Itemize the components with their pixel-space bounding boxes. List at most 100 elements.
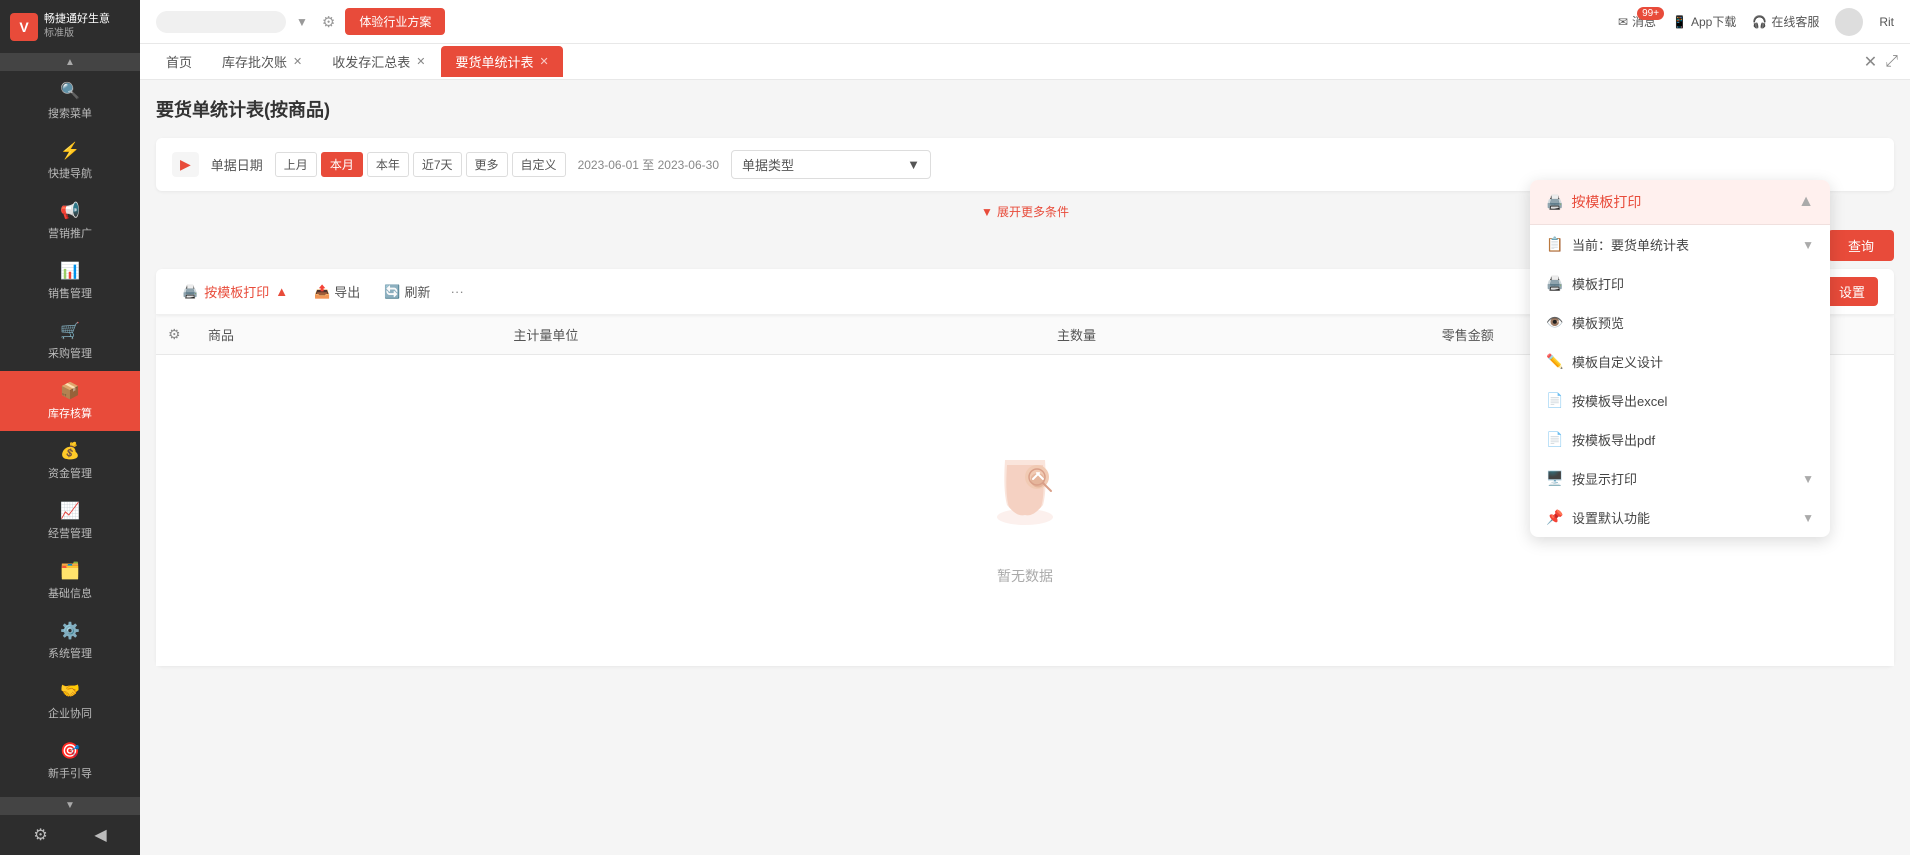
message-button[interactable]: ✉ 消息 99+ <box>1618 13 1656 30</box>
export-excel-icon: 📄 <box>1546 392 1563 409</box>
marketing-icon: 📢 <box>60 201 80 221</box>
sidebar-item-marketing[interactable]: 📢 营销推广 <box>0 191 140 251</box>
sidebar-logo: V 畅捷通好生意 标准版 <box>0 0 140 54</box>
col-settings-icon[interactable]: ⚙ <box>168 326 181 342</box>
quick-nav-icon: ⚡ <box>60 141 80 161</box>
date-custom-btn[interactable]: 自定义 <box>512 152 566 177</box>
sidebar-item-system[interactable]: ⚙️ 系统管理 <box>0 611 140 671</box>
tab-order-summary-close[interactable]: ✕ <box>540 55 549 68</box>
collab-icon: 🤝 <box>60 681 80 701</box>
trial-button[interactable]: 体验行业方案 <box>345 8 445 35</box>
operation-icon: 📈 <box>60 501 80 521</box>
date-prev-month-btn[interactable]: 上月 <box>275 152 317 177</box>
display-print-icon: 🖥️ <box>1546 470 1563 487</box>
refresh-icon: 🔄 <box>384 284 400 300</box>
template-design-item[interactable]: ✏️ 模板自定义设计 <box>1530 342 1830 381</box>
template-preview-icon: 👁️ <box>1546 314 1563 331</box>
service-icon: 🎧 <box>1752 15 1767 29</box>
default-func-chevron: ▼ <box>1802 511 1814 525</box>
filter-date-group: 上月 本月 本年 近7天 更多 自定义 <box>275 152 566 177</box>
purchase-icon: 🛒 <box>60 321 80 341</box>
filter-date-range: 2023-06-01 至 2023-06-30 <box>578 156 719 173</box>
query-button[interactable]: 查询 <box>1828 230 1894 261</box>
guide-icon: 🎯 <box>60 741 80 761</box>
sidebar-item-guide[interactable]: 🎯 新手引导 <box>0 731 140 791</box>
export-pdf-item[interactable]: 📄 按模板导出pdf <box>1530 420 1830 459</box>
tab-bar: 首页 库存批次账 ✕ 收发存汇总表 ✕ 要货单统计表 ✕ ✕ ⤢ <box>140 44 1910 80</box>
print-dropdown: 🖨️ 按模板打印 ▲ 📋 当前：要货单统计表 ▼ 🖨️ 模板打印 👁️ 模板预览… <box>1530 180 1830 537</box>
empty-icon <box>975 435 1075 554</box>
sidebar-item-sales[interactable]: 📊 销售管理 <box>0 251 140 311</box>
sidebar-item-quick-nav[interactable]: ⚡ 快捷导航 <box>0 131 140 191</box>
settings-button[interactable]: 设置 <box>1826 277 1878 306</box>
export-excel-item[interactable]: 📄 按模板导出excel <box>1530 381 1830 420</box>
display-print-item[interactable]: 🖥️ 按显示打印 ▼ <box>1530 459 1830 498</box>
print-dropdown-title: 🖨️ 按模板打印 <box>1546 192 1641 212</box>
print-template-button[interactable]: 🖨️ 按模板打印 ▲ <box>172 278 298 305</box>
print-dropdown-header: 🖨️ 按模板打印 ▲ <box>1530 180 1830 225</box>
date-more-btn[interactable]: 更多 <box>466 152 508 177</box>
tab-home[interactable]: 首页 <box>152 46 206 77</box>
topbar-gear-icon[interactable]: ⚙ <box>322 13 335 31</box>
date-current-year-btn[interactable]: 本年 <box>367 152 409 177</box>
user-avatar[interactable] <box>1835 8 1863 36</box>
logo-icon: V <box>10 13 38 41</box>
settings-bottom-icon[interactable]: ⚙ <box>33 825 47 845</box>
tab-collect-summary-close[interactable]: ✕ <box>416 55 425 68</box>
export-button[interactable]: 📤 导出 <box>306 278 368 305</box>
tab-close-button[interactable]: ✕ <box>1864 52 1877 72</box>
template-icon: 📋 <box>1546 236 1563 253</box>
sidebar-item-collab[interactable]: 🤝 企业协同 <box>0 671 140 731</box>
col-settings-header: ⚙ <box>156 315 196 355</box>
filter-type-select[interactable]: 单据类型 ▼ <box>731 150 931 179</box>
online-service-button[interactable]: 🎧 在线客服 <box>1752 13 1819 30</box>
basic-icon: 🗂️ <box>60 561 80 581</box>
sidebar-item-basic[interactable]: 🗂️ 基础信息 <box>0 551 140 611</box>
tab-batch-account-close[interactable]: ✕ <box>293 55 302 68</box>
date-last7days-btn[interactable]: 近7天 <box>413 152 462 177</box>
refresh-button[interactable]: 🔄 刷新 <box>376 278 438 305</box>
type-chevron-icon: ▼ <box>907 157 920 172</box>
template-design-icon: ✏️ <box>1546 353 1563 370</box>
col-quantity-header: 主数量 <box>1045 315 1430 355</box>
sidebar-item-search[interactable]: 🔍 搜索菜单 <box>0 71 140 131</box>
tab-expand-button[interactable]: ⤢ <box>1885 53 1898 71</box>
main-area: ▼ ⚙ 体验行业方案 ✉ 消息 99+ 📱 App下载 🎧 在线客服 Rit 首… <box>140 0 1910 855</box>
sidebar-item-finance[interactable]: 💰 资金管理 <box>0 431 140 491</box>
print-dropdown-title-icon: 🖨️ <box>1546 194 1563 211</box>
tab-order-summary[interactable]: 要货单统计表 ✕ <box>441 46 562 77</box>
default-func-icon: 📌 <box>1546 509 1563 526</box>
app-download-icon: 📱 <box>1672 15 1687 29</box>
system-icon: ⚙️ <box>60 621 80 641</box>
print-chevron-icon: ▲ <box>275 284 288 299</box>
print-dropdown-current-template[interactable]: 📋 当前：要货单统计表 ▼ <box>1530 225 1830 264</box>
sidebar-item-purchase[interactable]: 🛒 采购管理 <box>0 311 140 371</box>
app-download-button[interactable]: 📱 App下载 <box>1672 13 1736 30</box>
sidebar-scroll-down[interactable]: ▼ <box>0 797 140 814</box>
tab-collect-summary[interactable]: 收发存汇总表 ✕ <box>318 46 439 77</box>
tab-batch-account[interactable]: 库存批次账 ✕ <box>208 46 316 77</box>
sidebar-item-inventory[interactable]: 📦 库存核算 <box>0 371 140 431</box>
search-input[interactable] <box>156 11 286 33</box>
print-template-item[interactable]: 🖨️ 模板打印 <box>1530 264 1830 303</box>
print-preview-item[interactable]: 👁️ 模板预览 <box>1530 303 1830 342</box>
username-label[interactable]: Rit <box>1879 15 1894 29</box>
sidebar-scroll-up[interactable]: ▲ <box>0 54 140 71</box>
export-icon: 📤 <box>314 284 330 300</box>
sidebar-item-operation[interactable]: 📈 经营管理 <box>0 491 140 551</box>
content-area: 要货单统计表(按商品) ▶ 单据日期 上月 本月 本年 近7天 更多 自定义 2… <box>140 80 1910 855</box>
filter-expand-button[interactable]: ▶ <box>172 152 199 177</box>
print-dropdown-close-button[interactable]: ▲ <box>1798 193 1814 211</box>
date-current-month-btn[interactable]: 本月 <box>321 152 363 177</box>
default-func-item[interactable]: 📌 设置默认功能 ▼ <box>1530 498 1830 537</box>
toolbar-more-button[interactable]: ··· <box>446 280 467 303</box>
collapse-icon[interactable]: ◀ <box>94 825 106 845</box>
export-pdf-icon: 📄 <box>1546 431 1563 448</box>
display-print-chevron: ▼ <box>1802 472 1814 486</box>
expand-more-button[interactable]: ▼ 展开更多条件 <box>981 203 1069 220</box>
sidebar-bottom: ⚙ ◀ <box>0 814 140 855</box>
col-unit-header: 主计量单位 <box>501 315 1045 355</box>
finance-icon: 💰 <box>60 441 80 461</box>
search-chevron-icon[interactable]: ▼ <box>296 15 308 29</box>
col-product-header: 商品 <box>196 315 501 355</box>
